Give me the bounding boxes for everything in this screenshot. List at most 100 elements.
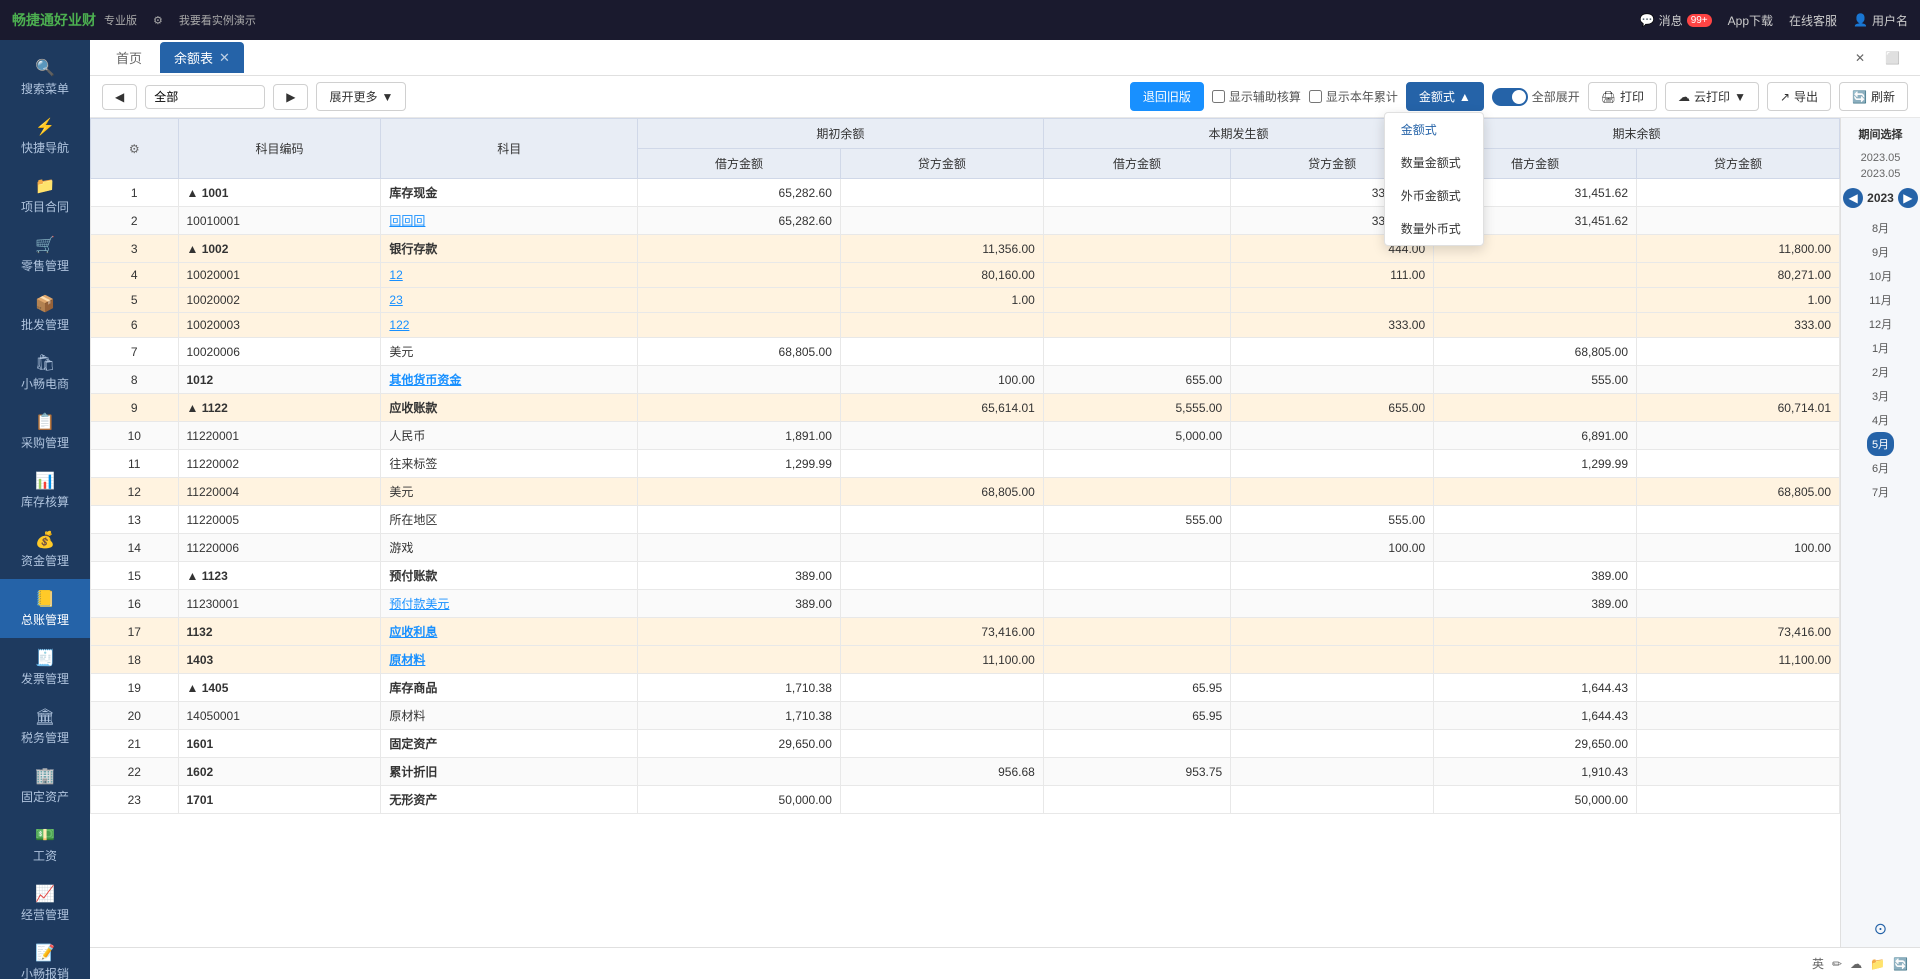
period-month-11月[interactable]: 11月	[1867, 288, 1894, 312]
sidebar-item-retail[interactable]: 🛒零售管理	[0, 225, 90, 284]
cell-code: 11230001	[178, 590, 381, 618]
cell-subject: 美元	[381, 478, 638, 506]
period-month-6月[interactable]: 6月	[1867, 456, 1894, 480]
sidebar-item-ops[interactable]: 📈经营管理	[0, 874, 90, 933]
show-aux-checkbox[interactable]	[1212, 90, 1225, 103]
dropdown-item-qty-foreign[interactable]: 数量外币式	[1385, 212, 1483, 245]
dropdown-item-amount[interactable]: 金额式	[1385, 113, 1483, 146]
subject-link[interactable]: 122	[389, 318, 409, 332]
collapse-right-btn[interactable]: ▶	[1898, 188, 1918, 208]
return-old-btn[interactable]: 退回旧版	[1130, 82, 1204, 111]
cell-ob-debit: 50,000.00	[638, 786, 841, 814]
message-btn[interactable]: 💬 消息 99+	[1640, 12, 1712, 29]
cell-subject: 固定资产	[381, 730, 638, 758]
period-2023-05-2[interactable]: 2023.05	[1861, 168, 1901, 180]
print-btn[interactable]: 🖨 打印	[1588, 82, 1657, 111]
settings-gear-icon[interactable]: ⚙	[153, 14, 163, 27]
show-annual-checkbox[interactable]	[1309, 90, 1322, 103]
page-close-btn[interactable]: ✕	[1847, 47, 1873, 69]
period-month-12月[interactable]: 12月	[1867, 312, 1894, 336]
sidebar-item-ecommerce[interactable]: 🛍小畅电商	[0, 343, 90, 402]
sidebar-item-ledger[interactable]: 📒总账管理	[0, 579, 90, 638]
expand-more-btn[interactable]: 展开更多 ▼	[316, 82, 406, 111]
collapse-left-btn[interactable]: ◀	[1843, 188, 1863, 208]
period-month-9月[interactable]: 9月	[1867, 240, 1894, 264]
cell-pd-debit	[1043, 263, 1230, 288]
page-max-btn[interactable]: ⬜	[1877, 47, 1908, 69]
sidebar-item-quick-nav[interactable]: ⚡快捷导航	[0, 107, 90, 166]
collapse-panel-btn[interactable]: ⊙	[1874, 911, 1887, 939]
table-row: 22 1602 累计折旧 956.68 953.75 1,910.43	[91, 758, 1840, 786]
cell-ob-credit: 11,356.00	[840, 235, 1043, 263]
sidebar-item-wholesale[interactable]: 📦批发管理	[0, 284, 90, 343]
sidebar-item-invoice[interactable]: 🧾发票管理	[0, 638, 90, 697]
cell-pd-debit: 555.00	[1043, 506, 1230, 534]
period-month-2月[interactable]: 2月	[1867, 360, 1894, 384]
period-2023-05[interactable]: 2023.05	[1861, 152, 1901, 164]
sidebar-item-finance[interactable]: 💰资金管理	[0, 520, 90, 579]
expand-all-switch[interactable]	[1492, 88, 1528, 106]
subject-link[interactable]: 回回回	[389, 214, 425, 228]
user-avatar[interactable]: 👤 用户名	[1853, 12, 1908, 29]
search-input[interactable]	[145, 85, 265, 109]
subject-link[interactable]: 12	[389, 268, 402, 282]
sidebar-item-salary[interactable]: 💵工资	[0, 815, 90, 874]
settings-icon[interactable]: ⚙	[129, 142, 140, 156]
period-month-5月[interactable]: 5月	[1867, 432, 1894, 456]
subject-link[interactable]: 原材料	[389, 653, 425, 667]
refresh-btn[interactable]: 🔄 刷新	[1839, 82, 1908, 111]
cell-pd-debit	[1043, 618, 1230, 646]
period-month-4月[interactable]: 4月	[1867, 408, 1894, 432]
subject-link[interactable]: 其他货币资金	[389, 373, 461, 387]
bottom-folder-icon[interactable]: 📁	[1870, 957, 1885, 971]
cell-pd-credit	[1231, 422, 1434, 450]
prev-btn[interactable]: ◀	[102, 84, 137, 110]
cell-no: 17	[91, 618, 179, 646]
export-btn[interactable]: ↗ 导出	[1767, 82, 1831, 111]
bottom-cloud-icon[interactable]: ☁	[1850, 957, 1862, 971]
dropdown-item-foreign-amount[interactable]: 外币金额式	[1385, 179, 1483, 212]
cell-cb-credit	[1637, 758, 1840, 786]
demo-link[interactable]: 我要看实例演示	[179, 12, 256, 28]
cell-pd-debit	[1043, 235, 1230, 263]
sidebar-item-project[interactable]: 📁项目合同	[0, 166, 90, 225]
sidebar-item-tax[interactable]: 🏛税务管理	[0, 697, 90, 756]
dropdown-item-qty-amount[interactable]: 数量金额式	[1385, 146, 1483, 179]
sidebar-item-assets[interactable]: 🏢固定资产	[0, 756, 90, 815]
app-download-btn[interactable]: App下载	[1728, 12, 1773, 29]
bottom-lang-btn[interactable]: 英	[1812, 955, 1824, 972]
subject-link[interactable]: 23	[389, 293, 402, 307]
period-month-1月[interactable]: 1月	[1867, 336, 1894, 360]
cell-cb-credit	[1637, 338, 1840, 366]
sidebar-item-inventory[interactable]: 📊库存核算	[0, 461, 90, 520]
cell-cb-debit: 389.00	[1434, 590, 1637, 618]
online-service-btn[interactable]: 在线客服	[1789, 12, 1837, 29]
cell-no: 23	[91, 786, 179, 814]
cell-cb-credit: 11,100.00	[1637, 646, 1840, 674]
bottom-bar-right: 英 ✏ ☁ 📁 🔄	[1812, 955, 1908, 972]
panel-collapse-icon[interactable]: ⊙	[1874, 921, 1887, 938]
subject-link[interactable]: 应收利息	[389, 625, 437, 639]
subject-link[interactable]: 预付款美元	[389, 597, 449, 611]
bottom-sync-icon[interactable]: 🔄	[1893, 957, 1908, 971]
amount-style-btn[interactable]: 金额式 ▲	[1406, 82, 1484, 111]
cloud-print-btn[interactable]: ☁ 云打印 ▼	[1665, 82, 1759, 111]
tab-home[interactable]: 首页	[102, 42, 156, 73]
next-btn[interactable]: ▶	[273, 84, 308, 110]
cell-no: 9	[91, 394, 179, 422]
sidebar-item-sales[interactable]: 📝小畅报销	[0, 933, 90, 979]
tab-balance-close-icon[interactable]: ✕	[219, 50, 230, 66]
sidebar-item-search[interactable]: 🔍搜索菜单	[0, 48, 90, 107]
period-month-8月[interactable]: 8月	[1867, 216, 1894, 240]
cell-code: 1403	[178, 646, 381, 674]
cell-ob-credit	[840, 534, 1043, 562]
cell-pd-debit	[1043, 534, 1230, 562]
period-month-10月[interactable]: 10月	[1867, 264, 1894, 288]
sidebar-item-purchase[interactable]: 📋采购管理	[0, 402, 90, 461]
period-month-3月[interactable]: 3月	[1867, 384, 1894, 408]
tab-balance[interactable]: 余额表 ✕	[160, 42, 244, 73]
cell-cb-debit	[1434, 478, 1637, 506]
table-row: 6 10020003 122 333.00 333.00	[91, 313, 1840, 338]
period-month-7月[interactable]: 7月	[1867, 480, 1894, 504]
bottom-edit-icon[interactable]: ✏	[1832, 957, 1842, 971]
